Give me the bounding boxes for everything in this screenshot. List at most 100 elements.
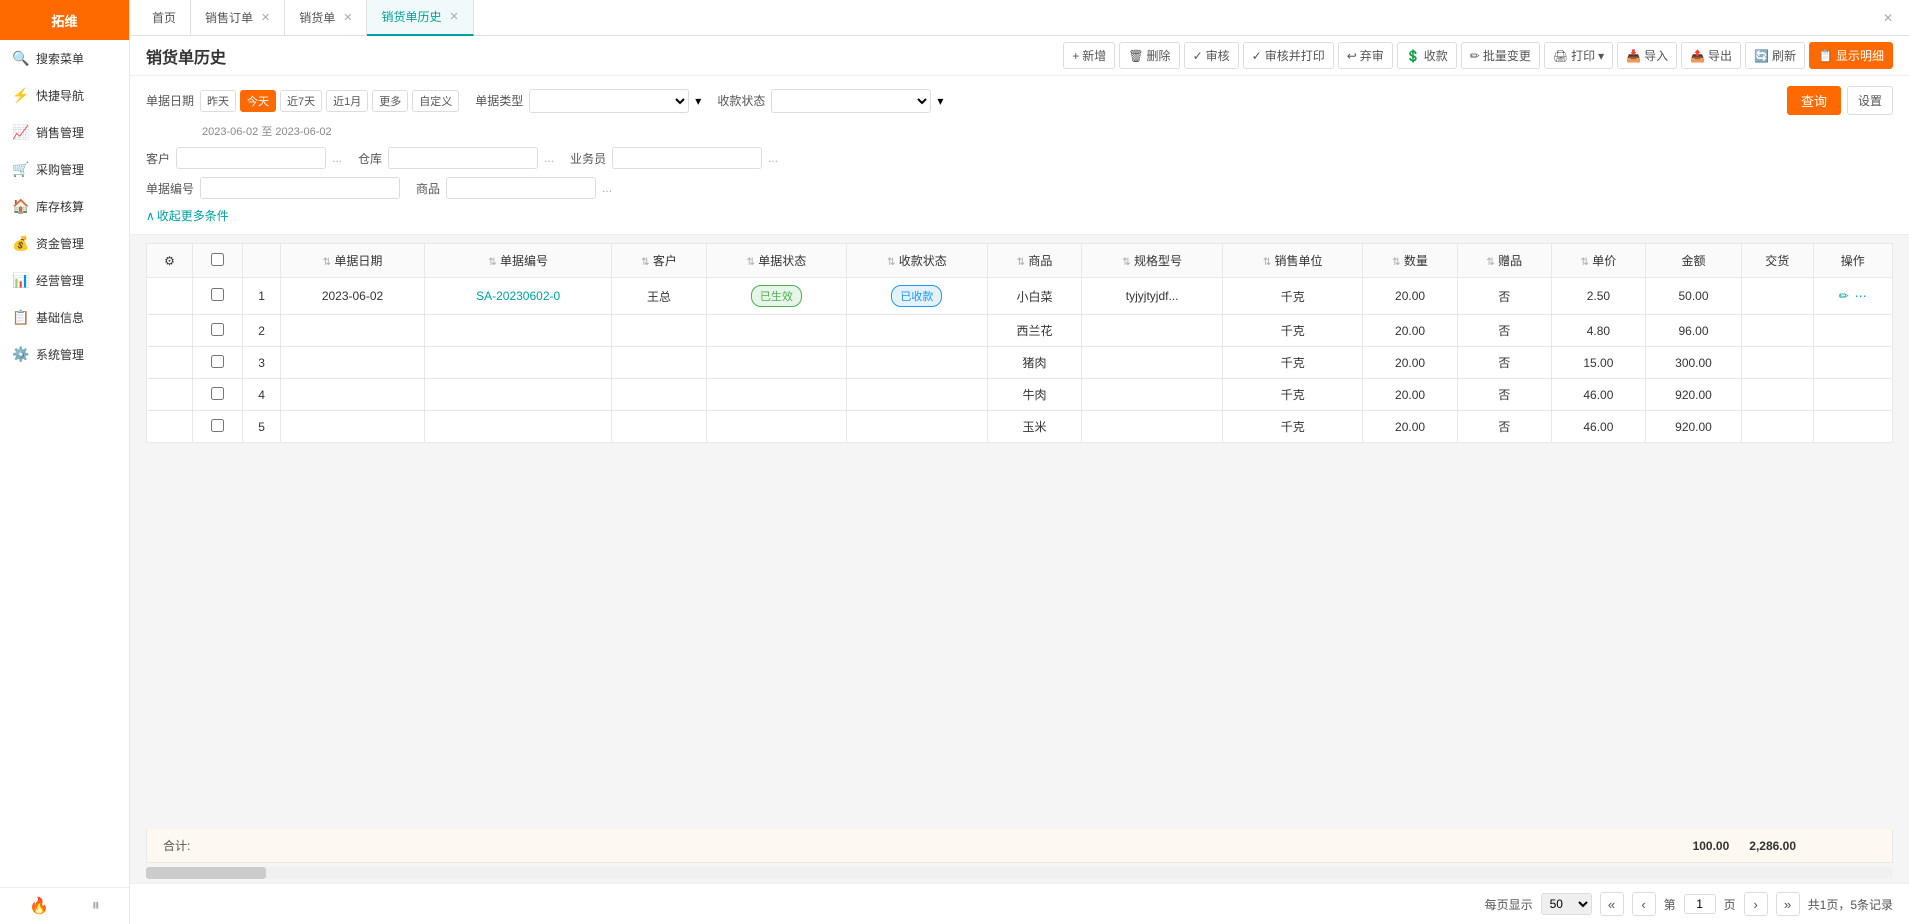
delete-button[interactable]: 🗑 删除 <box>1119 42 1179 69</box>
sidebar-item-inventory[interactable]: 🏠 库存核算 <box>0 188 129 225</box>
close-all-tabs[interactable]: ✕ <box>1875 11 1901 25</box>
goods-more-icon[interactable]: ... <box>602 181 612 195</box>
staff-input[interactable] <box>612 147 762 169</box>
tab-sales-goods[interactable]: 销货单 ✕ <box>285 0 367 36</box>
goods-cell: 西兰花 <box>987 315 1082 347</box>
audit-print-button[interactable]: ✓ 审核并打印 <box>1243 42 1334 69</box>
more-btn[interactable]: 更多 <box>372 90 408 112</box>
customer-input[interactable] <box>176 147 326 169</box>
warehouse-more-icon[interactable]: ... <box>544 151 554 165</box>
qty-col-header[interactable]: ⇅ 数量 <box>1363 244 1457 278</box>
sidebar-item-quick-nav[interactable]: ⚡ 快捷导航 <box>0 77 129 114</box>
tab-home[interactable]: 首页 <box>138 0 191 36</box>
doc-num-input[interactable] <box>200 177 400 199</box>
checkbox-cell[interactable] <box>192 379 242 411</box>
more-action[interactable]: ⋯ <box>1855 289 1867 303</box>
transaction-col-header: 交货 <box>1742 244 1814 278</box>
custom-btn[interactable]: 自定义 <box>412 90 459 112</box>
collect-button[interactable]: 💲 收款 <box>1397 42 1457 69</box>
warehouse-input[interactable] <box>388 147 538 169</box>
last-page-btn[interactable]: » <box>1776 892 1800 916</box>
table-settings-btn[interactable]: ⚙ <box>164 254 175 268</box>
row-checkbox[interactable] <box>211 323 224 336</box>
doc-num-cell[interactable] <box>424 315 612 347</box>
sidebar-item-system-mgmt[interactable]: ⚙️ 系统管理 <box>0 336 129 373</box>
horizontal-scrollbar[interactable] <box>146 867 1893 879</box>
doc-status-col-header[interactable]: ⇅ 单据状态 <box>706 244 847 278</box>
export-button[interactable]: 📤 导出 <box>1681 42 1741 69</box>
customer-more-icon[interactable]: ... <box>332 151 342 165</box>
tab-sales-history[interactable]: 销货单历史 ✕ <box>367 0 473 36</box>
1month-btn[interactable]: 近1月 <box>326 90 368 112</box>
query-button[interactable]: 查询 <box>1787 86 1841 115</box>
batch-change-button[interactable]: ✏ 批量变更 <box>1461 42 1540 69</box>
payment-status-select[interactable] <box>771 89 931 113</box>
collapse-button[interactable]: ∧ 收起更多条件 <box>146 207 1893 224</box>
abandon-button[interactable]: ↩ 弃审 <box>1338 42 1393 69</box>
tab-sales-history-close[interactable]: ✕ <box>450 10 459 23</box>
doc-num-cell[interactable] <box>424 379 612 411</box>
per-page-select[interactable]: 50 100 <box>1541 893 1592 915</box>
customer-col-header[interactable]: ⇅ 客户 <box>612 244 706 278</box>
checkbox-cell[interactable] <box>192 347 242 379</box>
sidebar-item-search-menu[interactable]: 🔍 搜索菜单 <box>0 40 129 77</box>
payment-status-col-header[interactable]: ⇅ 收款状态 <box>847 244 988 278</box>
row-checkbox[interactable] <box>211 387 224 400</box>
import-button[interactable]: 📥 导入 <box>1617 42 1677 69</box>
sidebar-fire-icon[interactable]: 🔥 <box>29 896 49 916</box>
scrollbar-thumb[interactable] <box>146 867 266 879</box>
goods-label: 商品 <box>416 180 440 197</box>
sidebar-item-operations[interactable]: 📊 经营管理 <box>0 262 129 299</box>
prev-page-btn[interactable]: ‹ <box>1632 892 1656 916</box>
audit-button[interactable]: ✓ 审核 <box>1184 42 1239 69</box>
gift-col-header[interactable]: ⇅ 赠品 <box>1457 244 1551 278</box>
row-checkbox[interactable] <box>211 355 224 368</box>
unit-col-header[interactable]: ⇅ 销售单位 <box>1222 244 1363 278</box>
doc-num-link[interactable]: SA-20230602-0 <box>476 289 560 303</box>
tab-sales-goods-close[interactable]: ✕ <box>343 11 352 24</box>
goods-input[interactable] <box>446 177 596 199</box>
price-col-header[interactable]: ⇅ 单价 <box>1551 244 1645 278</box>
first-page-btn[interactable]: « <box>1600 892 1624 916</box>
doc-num-cell[interactable] <box>424 347 612 379</box>
staff-more-icon[interactable]: ... <box>768 151 778 165</box>
7days-btn[interactable]: 近7天 <box>280 90 322 112</box>
sort-icon: ⇅ <box>1486 257 1494 268</box>
yesterday-btn[interactable]: 昨天 <box>200 90 236 112</box>
sidebar-item-finance[interactable]: 💰 资金管理 <box>0 225 129 262</box>
sidebar-item-sales-mgmt[interactable]: 📈 销售管理 <box>0 114 129 151</box>
doc-date-col-header[interactable]: ⇅ 单据日期 <box>281 244 425 278</box>
settings-col-header[interactable]: ⚙ <box>147 244 193 278</box>
finance-icon: 💰 <box>12 235 30 252</box>
doc-type-select[interactable] <box>529 89 689 113</box>
doc-num-col-header[interactable]: ⇅ 单据编号 <box>424 244 612 278</box>
refresh-button[interactable]: 🔄 刷新 <box>1745 42 1805 69</box>
spec-col-header[interactable]: ⇅ 规格型号 <box>1082 244 1223 278</box>
edit-action[interactable]: ✏ <box>1839 289 1849 303</box>
sort-icon: ⇅ <box>746 257 754 268</box>
print-button[interactable]: 🖨 打印 ▾ <box>1544 42 1613 69</box>
select-all-checkbox[interactable] <box>211 253 224 266</box>
row-checkbox[interactable] <box>211 419 224 432</box>
goods-col-header[interactable]: ⇅ 商品 <box>987 244 1082 278</box>
sidebar-item-basic-info[interactable]: 📋 基础信息 <box>0 299 129 336</box>
doc-num-cell[interactable] <box>424 411 612 443</box>
checkbox-col-header[interactable] <box>192 244 242 278</box>
today-btn[interactable]: 今天 <box>240 90 276 112</box>
next-page-btn[interactable]: › <box>1744 892 1768 916</box>
new-button[interactable]: + 新增 <box>1063 42 1115 69</box>
page-number-input[interactable] <box>1684 894 1716 914</box>
transaction-cell <box>1742 315 1814 347</box>
sidebar-item-purchase-mgmt[interactable]: 🛒 采购管理 <box>0 151 129 188</box>
tab-sales-order-close[interactable]: ✕ <box>261 11 270 24</box>
tab-home-label: 首页 <box>152 9 176 26</box>
doc-num-cell[interactable]: SA-20230602-0 <box>424 278 612 315</box>
display-detail-button[interactable]: 📋 显示明细 <box>1809 42 1893 69</box>
sidebar-pause-icon[interactable]: ⏸ <box>92 897 100 915</box>
tab-sales-order[interactable]: 销售订单 ✕ <box>191 0 285 36</box>
row-checkbox[interactable] <box>211 288 224 301</box>
checkbox-cell[interactable] <box>192 411 242 443</box>
setting-button[interactable]: 设置 <box>1847 86 1893 115</box>
checkbox-cell[interactable] <box>192 278 242 315</box>
checkbox-cell[interactable] <box>192 315 242 347</box>
